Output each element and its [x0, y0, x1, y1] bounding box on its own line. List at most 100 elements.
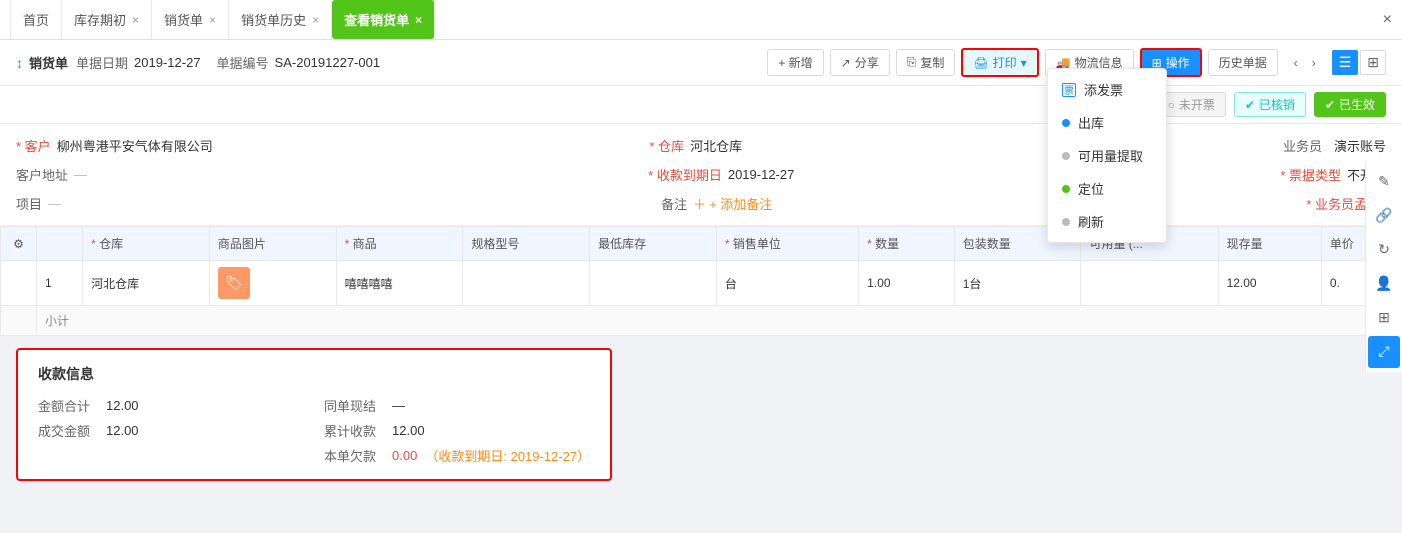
- row-stock: 12.00: [1218, 261, 1321, 306]
- prev-btn[interactable]: ‹: [1288, 53, 1304, 73]
- total-item: 金额合计 12.00: [38, 396, 304, 415]
- row-product-img: 🏷: [209, 261, 336, 306]
- row-gear[interactable]: [1, 261, 37, 306]
- effective-btn[interactable]: ✔ 已生效: [1314, 92, 1386, 117]
- customer-value: 柳州粤港平安气体有限公司: [57, 136, 213, 155]
- subtotal-gear: [1, 306, 37, 336]
- tab-close-history[interactable]: ×: [312, 13, 319, 27]
- history-button[interactable]: 历史单据: [1208, 49, 1278, 76]
- check-icon: ✔: [1245, 98, 1255, 112]
- th-min-stock: 最低库存: [590, 227, 717, 261]
- available-icon: [1062, 152, 1070, 160]
- ticket-icon: ○: [1168, 98, 1175, 112]
- address-field: 客户地址 —: [16, 165, 648, 184]
- view-toggle: ☰ ⊞: [1332, 50, 1386, 75]
- th-unit: * 销售单位: [716, 227, 858, 261]
- form-row-2: 客户地址 — 收款到期日 2019-12-27 票据类型 不开票: [16, 165, 1386, 184]
- th-spec: 规格型号: [463, 227, 590, 261]
- th-product-img: 商品图片: [209, 227, 336, 261]
- sidebar-rotate-icon[interactable]: ↻: [1368, 234, 1400, 266]
- outbound-item[interactable]: 出库: [1048, 106, 1166, 139]
- form-row-3: 项目 — 备注 ＋ + 添加备注 业务员孟 —: [16, 194, 1386, 213]
- sidebar-table-icon[interactable]: ⊞: [1368, 302, 1400, 334]
- print-icon: 🖨: [973, 56, 988, 70]
- new-button[interactable]: + 新增: [767, 49, 823, 76]
- payment-title: 收款信息: [38, 364, 590, 384]
- overdue-note: （收款到期日: 2019-12-27）: [425, 446, 590, 465]
- warehouse-value: 河北仓库: [690, 136, 742, 155]
- sidebar-edit-icon[interactable]: ✎: [1368, 166, 1400, 198]
- form-section: 客户 柳州粤港平安气体有限公司 仓库 河北仓库 业务员 演示账号 客户地址 — …: [0, 124, 1402, 226]
- note-field: 备注 ＋ + 添加备注: [661, 194, 1306, 213]
- nav-arrows: ‹ ›: [1288, 53, 1322, 73]
- next-btn[interactable]: ›: [1306, 53, 1322, 73]
- tab-close-sales[interactable]: ×: [209, 13, 216, 27]
- tab-sales-order[interactable]: 销货单 ×: [152, 0, 229, 39]
- print-button[interactable]: 🖨 打印 ▾: [961, 48, 1038, 77]
- th-stock: 现存量: [1218, 227, 1321, 261]
- outbound-icon: [1062, 119, 1070, 127]
- plus-icon: ＋: [693, 194, 706, 213]
- doc-title: ↕ 销货单: [16, 53, 68, 72]
- overdue-full-item: 本单欠款 0.00 （收款到期日: 2019-12-27）: [324, 446, 590, 465]
- location-icon: [1062, 185, 1070, 193]
- doc-meta: 单据日期 2019-12-27 单据编号 SA-20191227-001: [76, 53, 759, 72]
- tab-sales-history[interactable]: 销货单历史 ×: [229, 0, 332, 39]
- row-available: [1081, 261, 1218, 306]
- sidebar-expand-icon[interactable]: ⤢: [1368, 336, 1400, 368]
- deal-amount-value: 12.00: [106, 423, 139, 438]
- tab-home[interactable]: 首页: [10, 0, 62, 39]
- tab-close-inventory[interactable]: ×: [132, 13, 139, 27]
- warehouse-field: 仓库 河北仓库: [649, 136, 1282, 155]
- th-quantity: * 数量: [859, 227, 955, 261]
- th-product: * 商品: [336, 227, 463, 261]
- copy-button[interactable]: ⎘ 复制: [896, 49, 956, 76]
- add-invoice-item[interactable]: 票 添发票: [1048, 73, 1166, 106]
- row-pack-qty: 1台: [954, 261, 1081, 306]
- cumulative-label: 累计收款: [324, 421, 384, 440]
- confirmed-btn[interactable]: ✔ 已核销: [1234, 92, 1306, 117]
- tab-inventory-init[interactable]: 库存期初 ×: [62, 0, 152, 39]
- document-header: ↕ 销货单 单据日期 2019-12-27 单据编号 SA-20191227-0…: [0, 40, 1402, 86]
- share-icon: ↗: [841, 56, 851, 70]
- payment-date-field: 收款到期日 2019-12-27: [648, 165, 1280, 184]
- grid-view-btn[interactable]: ⊞: [1360, 50, 1386, 75]
- overdue-value: 0.00: [392, 448, 417, 463]
- right-sidebar: ✎ 🔗 ↻ 👤 ⊞ ⤢: [1365, 162, 1402, 372]
- share-button[interactable]: ↗ 分享: [830, 49, 890, 76]
- location-item[interactable]: 定位: [1048, 172, 1166, 205]
- available-extract-item[interactable]: 可用量提取: [1048, 139, 1166, 172]
- row-index: 1: [37, 261, 83, 306]
- same-settlement-label: 同单现结: [324, 396, 384, 415]
- window-close-btn[interactable]: ×: [1383, 11, 1392, 29]
- address-value: —: [74, 167, 87, 182]
- payment-grid: 金额合计 12.00 同单现结 — 成交金额 12.00 累计收款 12.00: [38, 396, 590, 465]
- row-unit: 台: [716, 261, 858, 306]
- cumulative-value: 12.00: [392, 423, 425, 438]
- deal-amount-label: 成交金额: [38, 421, 98, 440]
- print-dropdown-icon: ▾: [1021, 56, 1027, 70]
- form-row-1: 客户 柳州粤港平安气体有限公司 仓库 河北仓库 业务员 演示账号: [16, 136, 1386, 155]
- cumulative-item: 累计收款 12.00: [324, 421, 590, 440]
- list-view-btn[interactable]: ☰: [1332, 50, 1359, 75]
- add-note-btn[interactable]: ＋ + 添加备注: [693, 194, 772, 213]
- table-header-row: ⚙ * 仓库 商品图片 * 商品 规格型号 最低库存 * 销售单位 * 数量 包…: [1, 227, 1402, 261]
- tab-view-sales[interactable]: 查看销货单 ×: [332, 0, 435, 39]
- project-field: 项目 —: [16, 194, 661, 213]
- refresh-item[interactable]: 刷新: [1048, 205, 1166, 238]
- row-quantity: 1.00: [859, 261, 955, 306]
- row-warehouse: 河北仓库: [83, 261, 210, 306]
- staff-field: 业务员 演示账号: [1283, 136, 1386, 155]
- total-value: 12.00: [106, 398, 139, 413]
- sidebar-link-icon[interactable]: 🔗: [1368, 200, 1400, 232]
- table-row: 1 河北仓库 🏷 嘻嘻嘻嘻 台 1.00 1台 12.00 0.: [1, 261, 1402, 306]
- doc-date-field: 单据日期 2019-12-27: [76, 53, 201, 72]
- sidebar-user-icon[interactable]: 👤: [1368, 268, 1400, 300]
- overdue-label: 本单欠款: [324, 446, 384, 465]
- product-table: ⚙ * 仓库 商品图片 * 商品 规格型号 最低库存 * 销售单位 * 数量 包…: [0, 226, 1402, 336]
- product-table-wrapper: ⚙ * 仓库 商品图片 * 商品 规格型号 最低库存 * 销售单位 * 数量 包…: [0, 226, 1402, 336]
- th-gear[interactable]: ⚙: [1, 227, 37, 261]
- tab-close-view[interactable]: ×: [415, 13, 422, 27]
- doc-number-field: 单据编号 SA-20191227-001: [217, 53, 381, 72]
- th-index: [37, 227, 83, 261]
